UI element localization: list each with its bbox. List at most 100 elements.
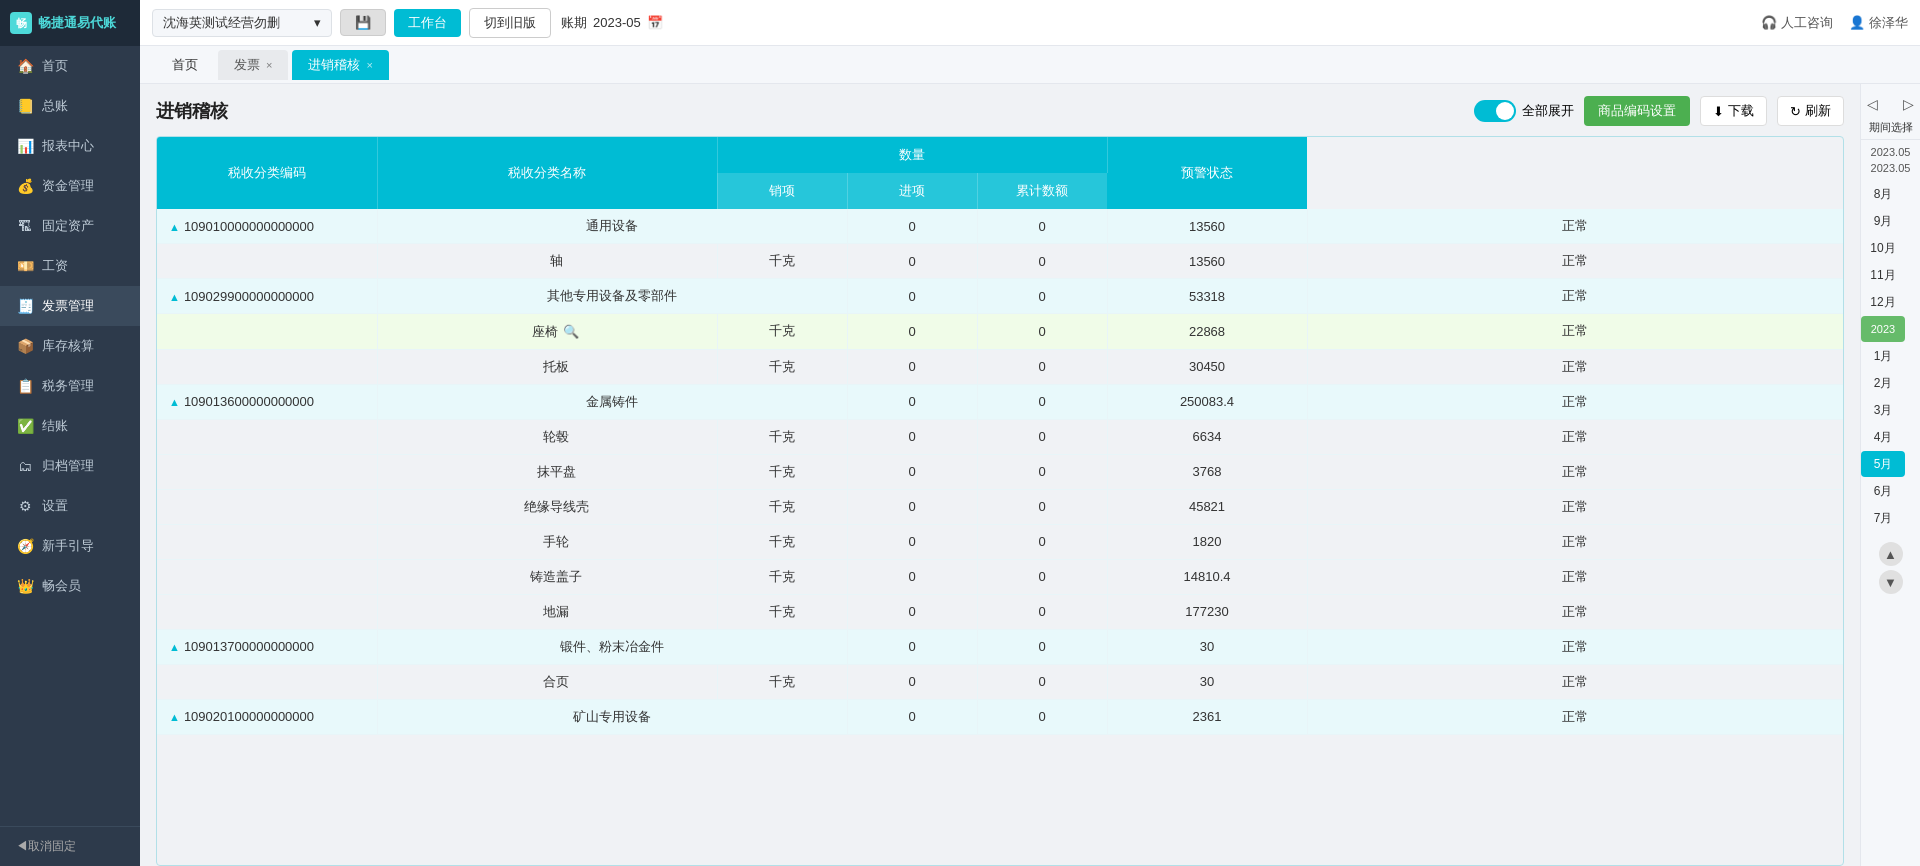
month-8[interactable]: 8月 — [1861, 181, 1905, 207]
table-row[interactable]: 托板千克0030450正常 — [157, 349, 1843, 384]
month-1[interactable]: 1月 — [1861, 343, 1905, 369]
collapse-icon[interactable]: ▲ — [169, 221, 180, 233]
cell-unit: 千克 — [717, 489, 847, 524]
sidebar-item-assets[interactable]: 🏗 固定资产 — [0, 206, 140, 246]
cell-total: 30 — [1107, 664, 1307, 699]
table-row[interactable]: 手轮千克001820正常 — [157, 524, 1843, 559]
tab-reconcile-close[interactable]: × — [366, 59, 372, 71]
switch-version-button[interactable]: 切到旧版 — [469, 8, 551, 38]
table-row: ▲109029900000000000其他专用设备及零部件0053318正常 — [157, 279, 1843, 314]
scroll-up-button[interactable]: ▲ — [1879, 542, 1903, 566]
archive-icon: 🗂 — [16, 457, 34, 475]
expand-toggle[interactable]: 全部展开 — [1474, 100, 1574, 122]
sidebar-item-ledger[interactable]: 📒 总账 — [0, 86, 140, 126]
sidebar-item-member[interactable]: 👑 畅会员 — [0, 566, 140, 606]
panel-expand-btn[interactable]: ▷ — [1903, 96, 1914, 112]
sidebar: 畅 畅捷通易代账 🏠 首页 📒 总账 📊 报表中心 💰 资金管理 🏗 固定资产 … — [0, 0, 140, 866]
cell-purchase: 0 — [977, 699, 1107, 734]
period-label: 账期 — [561, 14, 587, 32]
sidebar-item-settle[interactable]: ✅ 结账 — [0, 406, 140, 446]
calendar-icon[interactable]: 📅 — [647, 15, 663, 30]
sidebar-item-label: 报表中心 — [42, 137, 94, 155]
collapse-icon[interactable]: ▲ — [169, 291, 180, 303]
sidebar-item-finance[interactable]: 💰 资金管理 — [0, 166, 140, 206]
refresh-button[interactable]: ↻ 刷新 — [1777, 96, 1844, 126]
tab-invoice[interactable]: 发票 × — [218, 50, 288, 80]
table-row[interactable]: 地漏千克00177230正常 — [157, 594, 1843, 629]
cell-name: 锻件、粉末冶金件 — [377, 629, 847, 664]
tab-invoice-close[interactable]: × — [266, 59, 272, 71]
table-row[interactable]: 抹平盘千克003768正常 — [157, 454, 1843, 489]
sidebar-item-label: 库存核算 — [42, 337, 94, 355]
table-row[interactable]: 轮毂千克006634正常 — [157, 419, 1843, 454]
tabs-bar: 首页 发票 × 进销稽核 × — [140, 46, 1920, 84]
refresh-icon: ↻ — [1790, 104, 1801, 119]
sidebar-item-archive[interactable]: 🗂 归档管理 — [0, 446, 140, 486]
workbench-button[interactable]: 工作台 — [394, 9, 461, 37]
sidebar-item-tax[interactable]: 📋 税务管理 — [0, 366, 140, 406]
download-label: 下载 — [1728, 102, 1754, 120]
company-selector[interactable]: 沈海英测试经营勿删 ▾ — [152, 9, 332, 37]
period-value: 2023-05 — [593, 15, 641, 30]
table-row[interactable]: 轴千克0013560正常 — [157, 244, 1843, 279]
support-button[interactable]: 🎧 人工咨询 — [1761, 14, 1833, 32]
table-row[interactable]: 铸造盖子千克0014810.4正常 — [157, 559, 1843, 594]
toggle-track[interactable] — [1474, 100, 1516, 122]
sidebar-item-settings[interactable]: ⚙ 设置 — [0, 486, 140, 526]
panel-collapse-btn[interactable]: ◁ — [1867, 96, 1878, 112]
table-body: ▲109010000000000000通用设备0013560正常轴千克00135… — [157, 209, 1843, 734]
tab-home[interactable]: 首页 — [156, 50, 214, 80]
cell-total: 250083.4 — [1107, 384, 1307, 419]
month-9[interactable]: 9月 — [1861, 208, 1905, 234]
sidebar-item-invoice[interactable]: 🧾 发票管理 — [0, 286, 140, 326]
company-name: 沈海英测试经营勿删 — [163, 14, 308, 32]
cell-name: 通用设备 — [377, 209, 847, 244]
month-11[interactable]: 11月 — [1861, 262, 1905, 288]
table-row[interactable]: 座椅 🔍千克0022868正常 — [157, 314, 1843, 350]
month-12[interactable]: 12月 — [1861, 289, 1905, 315]
sidebar-item-home[interactable]: 🏠 首页 — [0, 46, 140, 86]
month-6[interactable]: 6月 — [1861, 478, 1905, 504]
sidebar-item-report[interactable]: 📊 报表中心 — [0, 126, 140, 166]
settings-button[interactable]: 商品编码设置 — [1584, 96, 1690, 126]
collapse-icon[interactable]: ▲ — [169, 711, 180, 723]
table-row[interactable]: 绝缘导线壳千克0045821正常 — [157, 489, 1843, 524]
user-icon: 👤 — [1849, 15, 1865, 30]
table-row[interactable]: 合页千克0030正常 — [157, 664, 1843, 699]
sidebar-item-guide[interactable]: 🧭 新手引导 — [0, 526, 140, 566]
cell-unit: 千克 — [717, 419, 847, 454]
cell-code — [157, 244, 377, 279]
cell-purchase: 0 — [977, 349, 1107, 384]
download-button[interactable]: ⬇ 下载 — [1700, 96, 1767, 126]
cell-code — [157, 664, 377, 699]
sidebar-item-label: 设置 — [42, 497, 68, 515]
month-3[interactable]: 3月 — [1861, 397, 1905, 423]
collapse-icon[interactable]: ▲ — [169, 641, 180, 653]
sidebar-item-payroll[interactable]: 💴 工资 — [0, 246, 140, 286]
period-row-1: 2023.05 — [1869, 144, 1913, 160]
month-4[interactable]: 4月 — [1861, 424, 1905, 450]
cell-total: 13560 — [1107, 209, 1307, 244]
invoice-icon: 🧾 — [16, 297, 34, 315]
tab-reconcile[interactable]: 进销稽核 × — [292, 50, 388, 80]
cancel-pin-button[interactable]: ◀取消固定 — [0, 826, 140, 866]
collapse-icon[interactable]: ▲ — [169, 396, 180, 408]
assets-icon: 🏗 — [16, 217, 34, 235]
month-7[interactable]: 7月 — [1861, 505, 1905, 531]
save-button[interactable]: 💾 — [340, 9, 386, 36]
month-10[interactable]: 10月 — [1861, 235, 1905, 261]
cell-sales: 0 — [847, 349, 977, 384]
sidebar-item-inventory[interactable]: 📦 库存核算 — [0, 326, 140, 366]
user-profile[interactable]: 👤 徐泽华 — [1849, 14, 1908, 32]
data-table-wrapper: 税收分类编码 税收分类名称 数量 预警状态 销项 进项 累计数额 ▲109010… — [156, 136, 1844, 866]
search-icon[interactable]: 🔍 — [562, 322, 580, 340]
scroll-down-button[interactable]: ▼ — [1879, 570, 1903, 594]
year-2023[interactable]: 2023 — [1861, 316, 1905, 342]
topbar: 沈海英测试经营勿删 ▾ 💾 工作台 切到旧版 账期 2023-05 📅 🎧 人工… — [140, 0, 1920, 46]
cell-code — [157, 524, 377, 559]
right-panel: ◁ ▷ 期间选择 2023.05 2023.05 8月 9月 10月 11月 1… — [1860, 84, 1920, 866]
cell-total: 1820 — [1107, 524, 1307, 559]
month-2[interactable]: 2月 — [1861, 370, 1905, 396]
month-5[interactable]: 5月 — [1861, 451, 1905, 477]
guide-icon: 🧭 — [16, 537, 34, 555]
